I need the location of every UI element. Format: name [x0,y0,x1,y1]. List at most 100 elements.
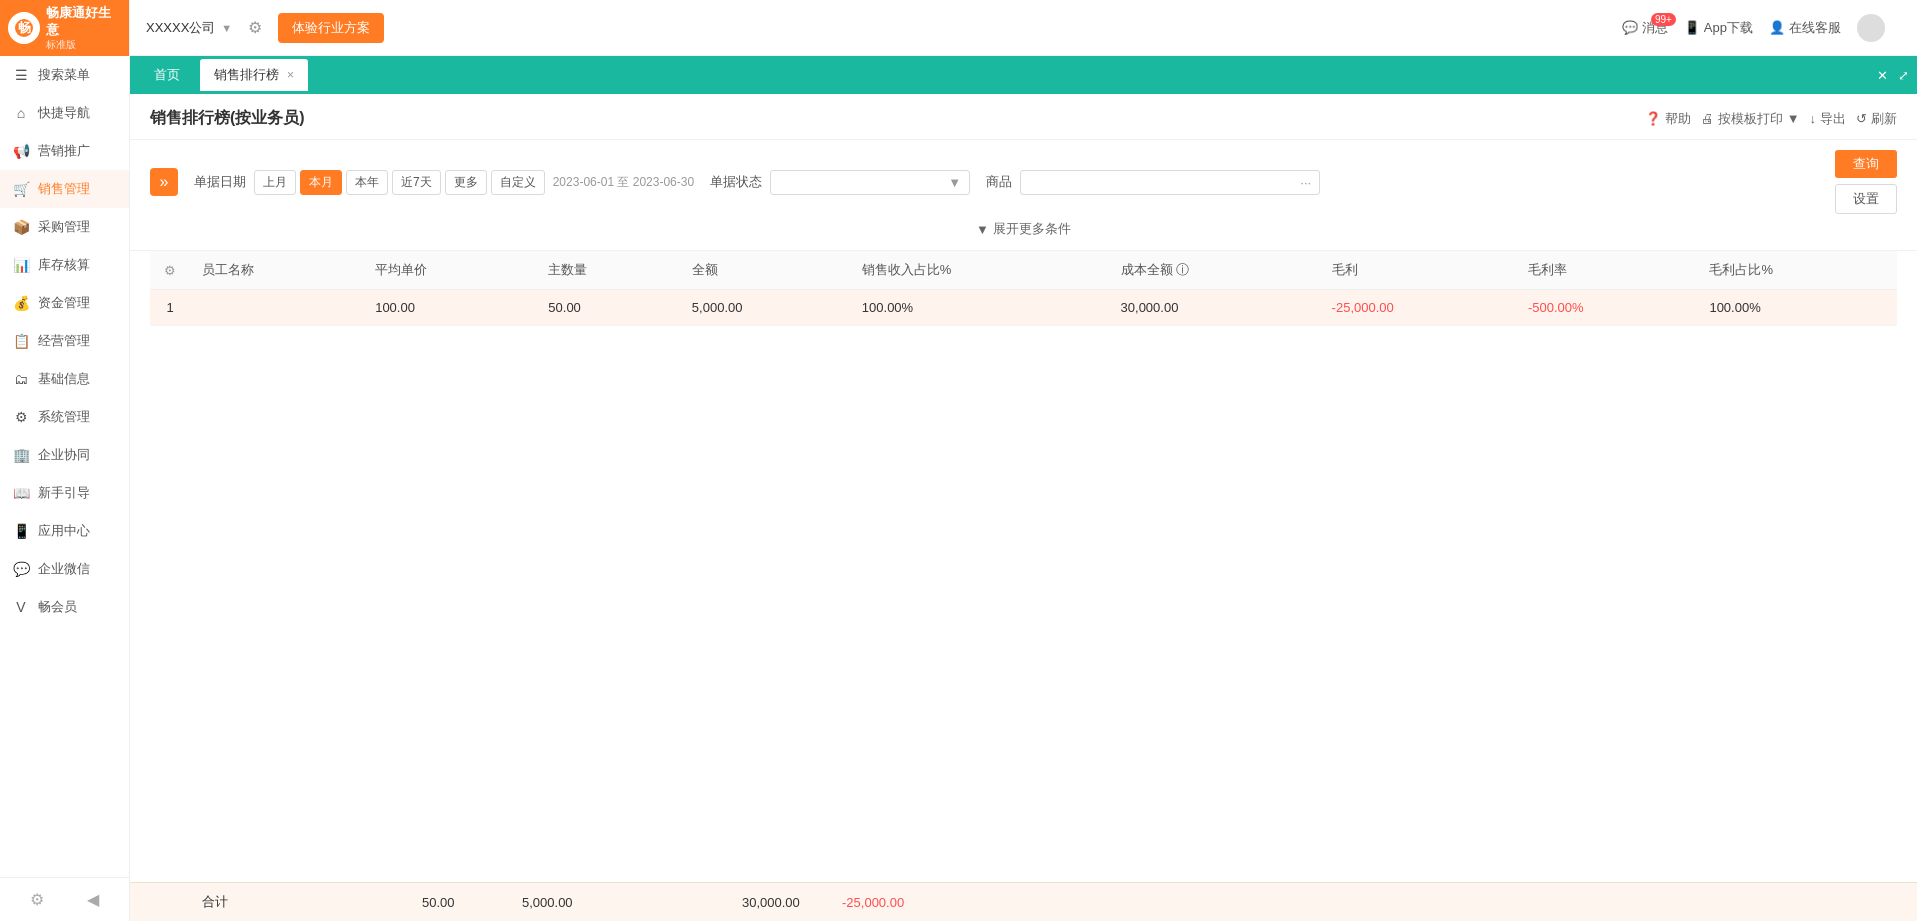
service-icon: 👤 [1769,20,1785,35]
app-icon: 📱 [1684,20,1700,35]
tab-close-icon[interactable]: × [287,68,294,82]
sidebar-label-apps: 应用中心 [38,522,90,540]
sidebar-item-search[interactable]: ☰ 搜索菜单 [0,56,129,94]
tab-close-all-icon[interactable]: ✕ [1877,68,1888,83]
sidebar-item-system[interactable]: ⚙ 系统管理 [0,398,129,436]
svg-text:畅: 畅 [18,20,31,35]
sidebar-icon-system: ⚙ [12,409,30,425]
date-quick-btns: 上月 本月 本年 近7天 更多 自定义 [254,170,545,195]
status-select-arrow: ▼ [948,175,961,190]
page-title: 销售排行榜(按业务员) [150,108,305,129]
tab-sales-ranking[interactable]: 销售排行榜 × [200,59,308,91]
sidebar-item-purchase[interactable]: 📦采购管理 [0,208,129,246]
tab-home[interactable]: 首页 [138,56,196,94]
sidebar-icon-inventory: 📊 [12,257,30,273]
app-download-btn[interactable]: 📱 App下载 [1684,19,1753,37]
sidebar-item-inventory[interactable]: 📊 库存核算 [0,246,129,284]
col-main-qty: 主数量 [536,251,680,290]
template-arrow-icon: ▼ [1787,111,1800,126]
page-header: 销售排行榜(按业务员) ❓ 帮助 🖨 按模板打印 ▼ ↓ 导出 ↺ 刷新 [130,94,1917,140]
sidebar-icon-enterprise: 🏢 [12,447,30,463]
sidebar-label-system: 系统管理 [38,408,90,426]
filter-status-field: 单据状态 ▼ [710,170,970,195]
company-selector[interactable]: XXXXX公司 ▼ [146,19,232,37]
date-btn-custom[interactable]: 自定义 [491,170,545,195]
cell-main-qty: 50.00 [536,290,680,326]
company-name: XXXXX公司 [146,19,215,37]
table-settings-icon[interactable]: ⚙ [164,263,176,278]
footer-total-label: 合计 [190,893,310,911]
sidebar-item-finance[interactable]: 💰资金管理 [0,284,129,322]
logo-title: 畅康通好生意 [46,5,121,39]
search-btn[interactable]: 查询 [1835,150,1897,178]
setting-btn[interactable]: 设置 [1835,184,1897,214]
logo: 畅 畅康通好生意 标准版 [0,0,129,56]
sidebar-icon-search: ☰ [12,67,30,83]
sidebar-item-basic[interactable]: 🗂基础信息 [0,360,129,398]
date-btn-last-month[interactable]: 上月 [254,170,296,195]
goods-label: 商品 [986,173,1012,191]
cell-sales-ratio: 100.00% [850,290,1109,326]
filter-bar: » 单据日期 上月 本月 本年 近7天 更多 自定义 2023-06-01 至 … [130,140,1917,251]
collapse-icon[interactable]: ◀ [83,886,103,913]
col-total: 全额 [680,251,850,290]
expand-more-btn[interactable]: ▼ 展开更多条件 [976,220,1071,238]
sidebar-label-guide: 新手引导 [38,484,90,502]
sidebar-item-sales[interactable]: 🛒销售管理 [0,170,129,208]
date-btn-this-year[interactable]: 本年 [346,170,388,195]
help-label: 帮助 [1665,110,1691,128]
logo-sub: 标准版 [46,38,121,51]
col-avg-price: 平均单价 [363,251,536,290]
topbar: XXXXX公司 ▼ ⚙ 体验行业方案 💬 消息 99+ 📱 App下载 👤 在线… [130,0,1917,56]
date-btn-this-month[interactable]: 本月 [300,170,342,195]
cell-gross: -25,000.00 [1320,290,1516,326]
online-service-btn[interactable]: 👤 在线客服 [1769,19,1841,37]
service-label: 在线客服 [1789,19,1841,37]
sidebar-item-member[interactable]: V畅会员 [0,588,129,626]
help-btn[interactable]: ❓ 帮助 [1645,110,1691,128]
sidebar-item-shortcut[interactable]: ⌂快捷导航 [0,94,129,132]
template-print-btn[interactable]: 🖨 按模板打印 ▼ [1701,110,1800,128]
sidebar-item-enterprise[interactable]: 🏢企业协同 [0,436,129,474]
topbar-gear-icon[interactable]: ⚙ [248,18,262,37]
sidebar-icon-apps: 📱 [12,523,30,539]
col-cost: 成本全额 ⓘ [1109,251,1320,290]
expand-label: 展开更多条件 [993,220,1071,238]
settings-icon[interactable]: ⚙ [26,886,48,913]
col-gross: 毛利 [1320,251,1516,290]
main-area: XXXXX公司 ▼ ⚙ 体验行业方案 💬 消息 99+ 📱 App下载 👤 在线… [130,0,1917,921]
sidebar-icon-member: V [12,599,30,615]
status-select[interactable]: ▼ [770,170,970,195]
goods-more-icon[interactable]: ··· [1300,175,1311,190]
table-row: 1 100.00 50.00 5,000.00 100.00% 30,000.0… [150,290,1897,326]
footer-cost-amount: 30,000.00 [730,895,830,910]
date-btn-7days[interactable]: 近7天 [392,170,441,195]
sidebar-item-apps[interactable]: 📱 应用中心 [0,512,129,550]
refresh-btn[interactable]: ↺ 刷新 [1856,110,1897,128]
cell-avg-price: 100.00 [363,290,536,326]
topbar-right: 💬 消息 99+ 📱 App下载 👤 在线客服 [1622,14,1901,42]
sidebar-item-operations[interactable]: 📋经营管理 [0,322,129,360]
tab-expand-icon[interactable]: ⤢ [1898,68,1909,83]
sidebar-label-inventory: 库存核算 [38,256,90,274]
filter-toggle-btn[interactable]: » [150,168,178,196]
goods-select[interactable]: ··· [1020,170,1320,195]
sidebar-label-search: 搜索菜单 [38,66,90,84]
message-icon: 💬 [1622,20,1638,35]
avatar[interactable] [1857,14,1885,42]
data-table: ⚙ 员工名称 平均单价 主数量 全额 销售收入占比% 成本全额 ⓘ 毛利 毛利率… [150,251,1897,326]
date-btn-more[interactable]: 更多 [445,170,487,195]
message-btn[interactable]: 💬 消息 99+ [1622,19,1668,37]
sidebar-item-guide[interactable]: 📖新手引导 [0,474,129,512]
export-icon: ↓ [1810,111,1817,126]
footer-gross-profit: -25,000.00 [830,895,930,910]
table-footer: 合计 50.00 5,000.00 30,000.00 -25,000.00 [130,882,1917,921]
sidebar-item-marketing[interactable]: 📢营销推广 [0,132,129,170]
message-badge: 99+ [1651,13,1676,26]
export-label: 导出 [1820,110,1846,128]
tabbar-right: ✕ ⤢ [1877,68,1909,83]
sidebar-item-wechat[interactable]: 💬企业微信 [0,550,129,588]
trial-btn[interactable]: 体验行业方案 [278,13,384,43]
export-btn[interactable]: ↓ 导出 [1810,110,1847,128]
sidebar-icon-wechat: 💬 [12,561,30,577]
